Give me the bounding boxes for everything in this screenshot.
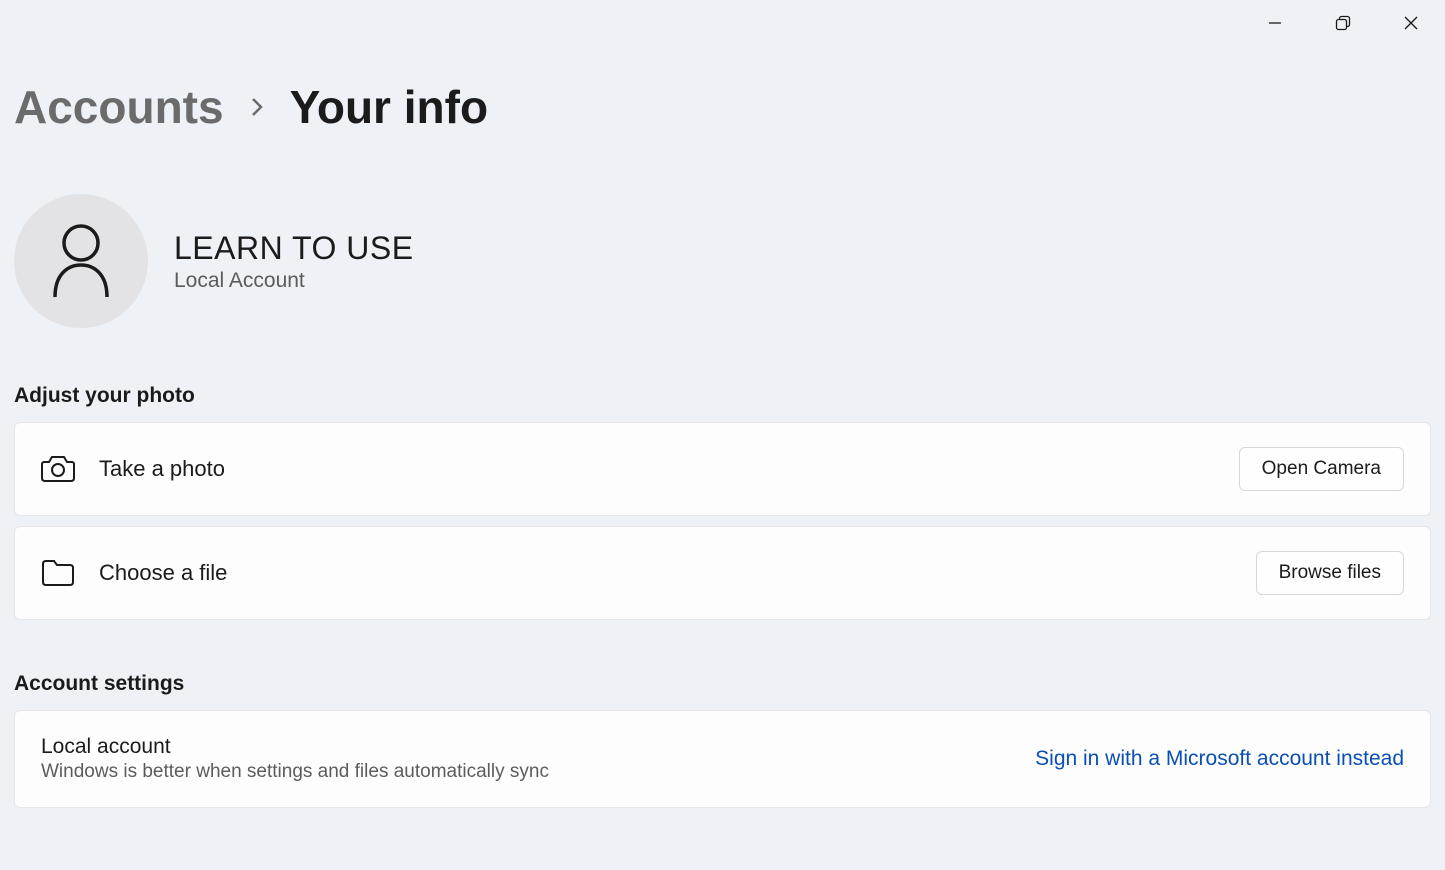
avatar <box>14 194 148 328</box>
profile-type: Local Account <box>174 269 414 293</box>
camera-icon <box>41 454 75 484</box>
sign-in-microsoft-link[interactable]: Sign in with a Microsoft account instead <box>1035 747 1404 771</box>
take-photo-row: Take a photo Open Camera <box>14 422 1431 516</box>
choose-file-row: Choose a file Browse files <box>14 526 1431 620</box>
profile-name: LEARN TO USE <box>174 230 414 267</box>
local-account-row: Local account Windows is better when set… <box>14 710 1431 808</box>
close-button[interactable] <box>1377 0 1445 45</box>
take-photo-label: Take a photo <box>99 456 1239 482</box>
local-account-title: Local account <box>41 735 1035 759</box>
page-title: Your info <box>290 80 488 134</box>
browse-files-button[interactable]: Browse files <box>1256 551 1404 595</box>
profile-header: LEARN TO USE Local Account <box>14 194 1431 328</box>
section-heading-photo: Adjust your photo <box>14 384 1431 408</box>
choose-file-label: Choose a file <box>99 560 1256 586</box>
section-heading-account: Account settings <box>14 672 1431 696</box>
window-controls <box>1241 0 1445 45</box>
maximize-button[interactable] <box>1309 0 1377 45</box>
person-icon <box>49 223 113 299</box>
minimize-button[interactable] <box>1241 0 1309 45</box>
folder-icon <box>41 559 75 587</box>
open-camera-button[interactable]: Open Camera <box>1239 447 1404 491</box>
breadcrumb-parent[interactable]: Accounts <box>14 80 224 134</box>
local-account-subtitle: Windows is better when settings and file… <box>41 761 1035 783</box>
chevron-right-icon <box>248 95 266 119</box>
breadcrumb: Accounts Your info <box>14 80 1431 134</box>
account-settings-section: Account settings Local account Windows i… <box>14 672 1431 808</box>
adjust-photo-section: Adjust your photo Take a photo Open Came… <box>14 384 1431 620</box>
